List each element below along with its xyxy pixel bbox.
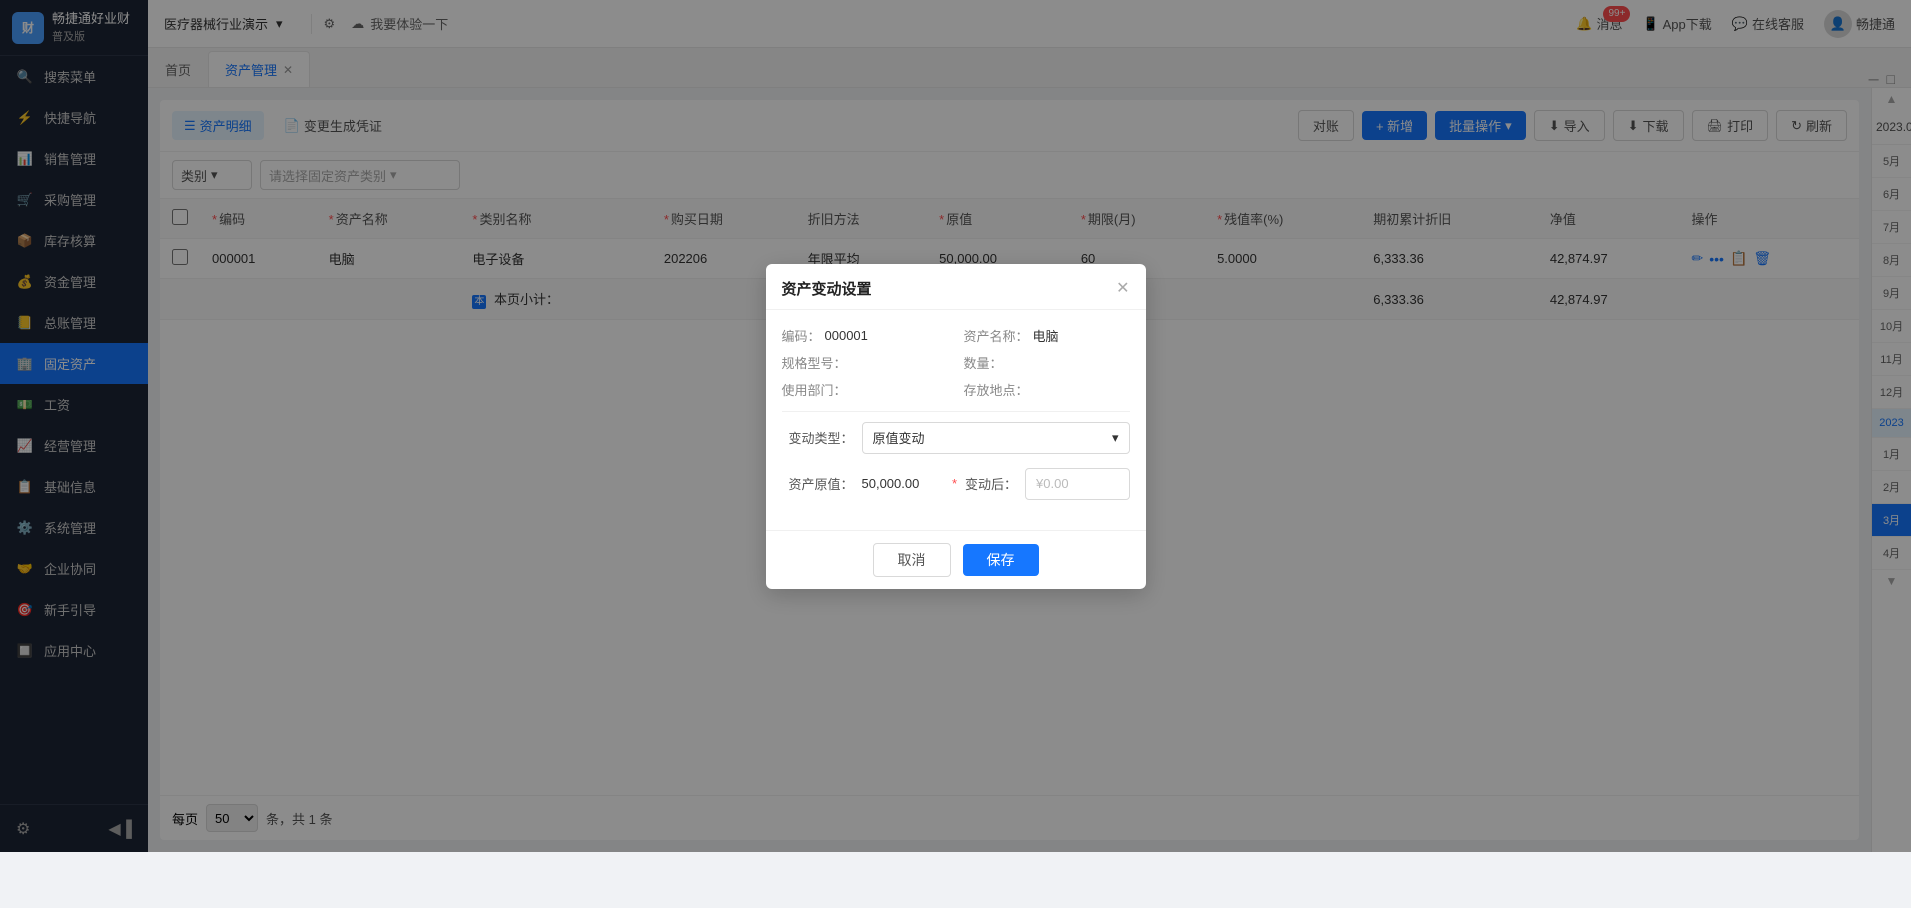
modal-overlay: 资产变动设置 ✕ 编码： 000001 资产名称： 电脑 规格型号： 数量：	[0, 0, 1911, 852]
modal-name-row: 资产名称： 电脑	[964, 326, 1130, 345]
modal-name-value: 电脑	[1033, 326, 1059, 345]
change-type-select[interactable]: 原值变动 ▾	[862, 422, 1130, 454]
modal-divider	[782, 411, 1130, 412]
asset-change-modal: 资产变动设置 ✕ 编码： 000001 资产名称： 电脑 规格型号： 数量：	[766, 264, 1146, 589]
modal-department-row: 使用部门：	[782, 380, 948, 399]
modal-code-value: 000001	[825, 328, 868, 343]
save-button[interactable]: 保存	[963, 544, 1039, 576]
modal-body: 编码： 000001 资产名称： 电脑 规格型号： 数量： 使用部门：	[766, 310, 1146, 530]
modal-title: 资产变动设置	[782, 278, 872, 299]
change-type-dropdown-icon: ▾	[1112, 430, 1119, 446]
original-value-row: 资产原值： 50,000.00 * 变动后： ¥0.00	[782, 468, 1130, 500]
modal-quantity-row: 数量：	[964, 353, 1130, 372]
modal-info-grid: 编码： 000001 资产名称： 电脑 规格型号： 数量： 使用部门：	[782, 326, 1130, 399]
modal-spec-row: 规格型号：	[782, 353, 948, 372]
change-type-row: 变动类型： 原值变动 ▾	[782, 422, 1130, 454]
required-star-after: *	[952, 476, 957, 491]
modal-footer: 取消 保存	[766, 530, 1146, 589]
modal-header: 资产变动设置 ✕	[766, 264, 1146, 310]
after-change-input[interactable]: ¥0.00	[1025, 468, 1129, 500]
modal-storage-row: 存放地点：	[964, 380, 1130, 399]
modal-code-row: 编码： 000001	[782, 326, 948, 345]
cancel-button[interactable]: 取消	[873, 543, 951, 577]
modal-close-button[interactable]: ✕	[1116, 278, 1129, 298]
modal-original-value: 50,000.00	[862, 476, 944, 491]
